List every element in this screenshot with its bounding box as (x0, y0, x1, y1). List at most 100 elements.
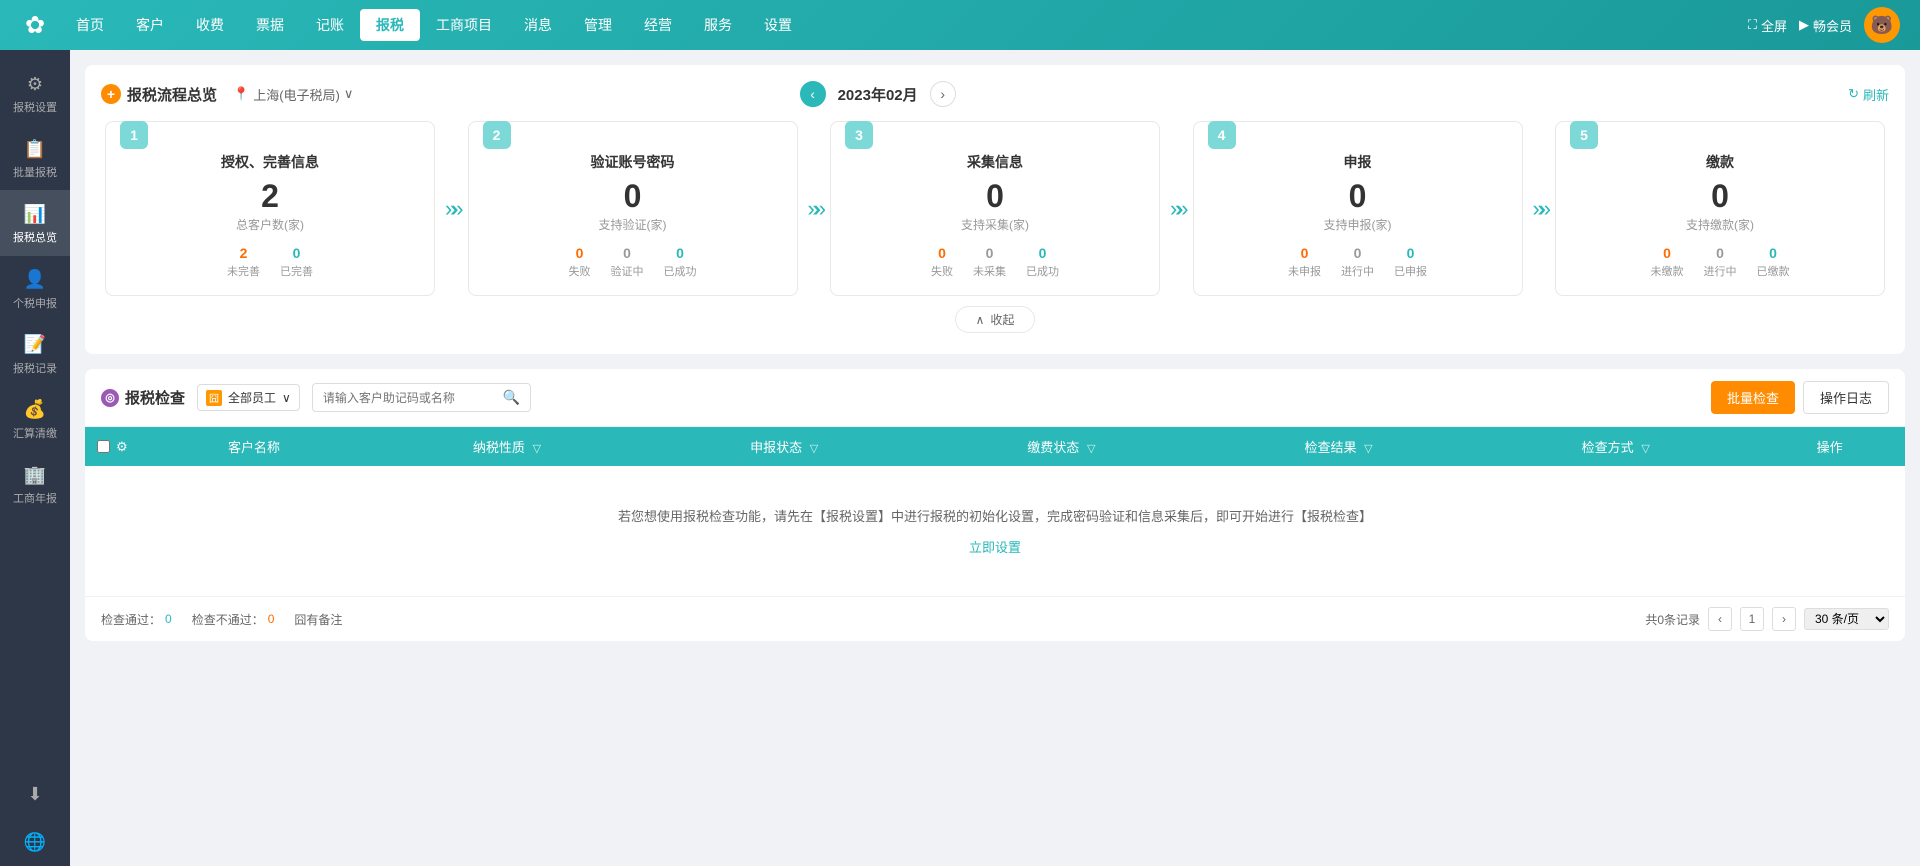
pass-value[interactable]: 0 (165, 612, 172, 626)
batch-check-button[interactable]: 批量检查 (1711, 381, 1795, 414)
nav-service[interactable]: 服务 (688, 9, 748, 41)
dropdown-icon: ∨ (282, 391, 291, 405)
step-3-stats: 0 失败 0 未采集 0 已成功 (847, 245, 1143, 279)
sidebar-label-annual-report: 工商年报 (13, 493, 57, 506)
sidebar-label-clearance: 汇算清缴 (13, 428, 57, 441)
nav-fees[interactable]: 收费 (180, 9, 240, 41)
step-5-stat-2: 0 已缴款 (1757, 245, 1790, 279)
check-fail-stat: 检查不通过： 0 (192, 611, 275, 628)
nav-settings[interactable]: 设置 (748, 9, 808, 41)
check-circle-icon: ◎ (101, 389, 119, 407)
prev-month-button[interactable]: ‹ (800, 81, 826, 107)
step-5-stat-0: 0 未缴款 (1651, 245, 1684, 279)
table-th-pay-status: 缴费状态 ▽ (923, 427, 1200, 466)
step-5-count: 0 (1572, 180, 1868, 212)
step-3-num: 3 (845, 121, 873, 149)
step-5-title: 缴款 (1572, 152, 1868, 172)
step-4-title: 申报 (1210, 152, 1506, 172)
next-page-button[interactable]: › (1772, 607, 1796, 631)
table-empty-message: 若您想使用报税检查功能，请先在【报税设置】中进行报税的初始化设置，完成密码验证和… (85, 466, 1905, 596)
avatar[interactable]: 🐻 (1864, 7, 1900, 43)
table-th-check-result: 检查结果 ▽ (1200, 427, 1477, 466)
table-body: 若您想使用报税检查功能，请先在【报税设置】中进行报税的初始化设置，完成密码验证和… (85, 466, 1905, 596)
setup-link[interactable]: 立即设置 (125, 537, 1865, 556)
step-5-num: 5 (1570, 121, 1598, 149)
check-header: ◎ 报税检查 囧 全部员工 ∨ 🔍 批量检查 操作日志 (85, 369, 1905, 427)
arrow-1: »» (439, 196, 463, 222)
tax-bureau[interactable]: 📍 上海(电子税局) ∨ (233, 85, 353, 104)
step-4-stat-0: 0 未申报 (1288, 245, 1321, 279)
per-page-select[interactable]: 30 条/页50 条/页100 条/页 (1804, 608, 1889, 630)
sidebar-item-tax-records[interactable]: 📝 报税记录 (0, 321, 70, 386)
step-2-title: 验证账号密码 (485, 152, 781, 172)
nav-operations[interactable]: 经营 (628, 9, 688, 41)
nav-messages[interactable]: 消息 (508, 9, 568, 41)
search-input[interactable] (313, 386, 493, 410)
sidebar-item-personal-tax[interactable]: 👤 个税申报 (0, 256, 70, 321)
sidebar-item-download[interactable]: ⬇ (0, 770, 70, 818)
table-th-declare-status: 申报状态 ▽ (646, 427, 923, 466)
nav-tax[interactable]: 报税 (360, 9, 420, 41)
location-icon: 📍 (233, 86, 249, 102)
annual-report-icon: 🏢 (21, 461, 49, 489)
main-content: + 报税流程总览 📍 上海(电子税局) ∨ ‹ 2023年02月 › ↻ 刷新 (70, 50, 1920, 866)
refresh-button[interactable]: ↻ 刷新 (1848, 85, 1889, 104)
sidebar-label-tax-records: 报税记录 (13, 363, 57, 376)
step-2-num: 2 (483, 121, 511, 149)
filter-icon-5[interactable]: ▽ (1641, 443, 1649, 455)
select-all-checkbox[interactable] (97, 440, 110, 453)
sidebar-label-tax-overview: 报税总览 (13, 232, 57, 245)
sidebar-item-annual-report[interactable]: 🏢 工商年报 (0, 451, 70, 516)
nav-items: 首页 客户 收费 票据 记账 报税 工商项目 消息 管理 经营 服务 设置 (60, 9, 1748, 41)
sidebar-item-tax-settings[interactable]: ⚙ 报税设置 (0, 60, 70, 125)
sidebar-item-clearance[interactable]: 💰 汇算清缴 (0, 386, 70, 451)
collapse-icon: ∧ (976, 313, 985, 327)
vip-button[interactable]: ▶ 畅会员 (1799, 16, 1852, 35)
prev-page-button[interactable]: ‹ (1708, 607, 1732, 631)
sidebar-label-personal-tax: 个税申报 (13, 298, 57, 311)
globe-icon: 🌐 (21, 828, 49, 856)
nav-business[interactable]: 工商项目 (420, 9, 508, 41)
nav-customer[interactable]: 客户 (120, 9, 180, 41)
next-month-button[interactable]: › (930, 81, 956, 107)
filter-icon-1[interactable]: ▽ (533, 443, 541, 455)
sidebar: ⚙ 报税设置 📋 批量报税 📊 报税总览 👤 个税申报 📝 报税记录 💰 汇算清… (0, 50, 70, 866)
nav-management[interactable]: 管理 (568, 9, 628, 41)
table-header: ⚙ 客户名称 纳税性质 ▽ 申报状态 ▽ (85, 427, 1905, 466)
search-button[interactable]: 🔍 (493, 384, 530, 411)
filter-icon-3[interactable]: ▽ (1087, 443, 1095, 455)
nav-accounting[interactable]: 记账 (300, 9, 360, 41)
sidebar-label-batch-tax: 批量报税 (13, 167, 57, 180)
tax-check-table: ⚙ 客户名称 纳税性质 ▽ 申报状态 ▽ (85, 427, 1905, 596)
fullscreen-button[interactable]: ⛶ 全屏 (1748, 16, 1787, 35)
sidebar-item-batch-tax[interactable]: 📋 批量报税 (0, 125, 70, 190)
step-2-sub: 支持验证(家) (485, 216, 781, 233)
step-5-stats: 0 未缴款 0 进行中 0 已缴款 (1572, 245, 1868, 279)
search-box: 🔍 (312, 383, 531, 412)
filter-icon-2[interactable]: ▽ (810, 443, 818, 455)
sidebar-item-globe[interactable]: 🌐 (0, 818, 70, 866)
table-wrapper: ⚙ 客户名称 纳税性质 ▽ 申报状态 ▽ (85, 427, 1905, 596)
filter-icon-4[interactable]: ▽ (1364, 443, 1372, 455)
arrow-4: »» (1527, 196, 1551, 222)
sidebar-label-tax-settings: 报税设置 (13, 102, 57, 115)
nav-bills[interactable]: 票据 (240, 9, 300, 41)
step-4-stat-1: 0 进行中 (1341, 245, 1374, 279)
refresh-icon: ↻ (1848, 86, 1859, 102)
operation-log-button[interactable]: 操作日志 (1803, 381, 1889, 414)
step-declare: 4 申报 0 支持申报(家) 0 未申报 0 进行中 0 已申报 (1193, 121, 1523, 296)
table-footer: 检查通过： 0 检查不通过： 0 囧有备注 共0条记录 ‹ 1 › 30 条/页… (85, 596, 1905, 641)
fail-value[interactable]: 0 (268, 612, 275, 626)
collapse-button[interactable]: ∧ 收起 (955, 306, 1036, 333)
gear-icon[interactable]: ⚙ (116, 439, 128, 455)
step-5-sub: 支持缴款(家) (1572, 216, 1868, 233)
nav-home[interactable]: 首页 (60, 9, 120, 41)
step-authorize: 1 授权、完善信息 2 总客户数(家) 2 未完善 0 已完善 (105, 121, 435, 296)
top-right-items: ⛶ 全屏 ▶ 畅会员 🐻 (1748, 7, 1900, 43)
clearance-icon: 💰 (21, 396, 49, 424)
step-1-title: 授权、完善信息 (122, 152, 418, 172)
sidebar-item-tax-overview[interactable]: 📊 报税总览 (0, 190, 70, 255)
check-pass-stat: 检查通过： 0 (101, 611, 172, 628)
employee-dropdown[interactable]: 囧 全部员工 ∨ (197, 384, 300, 411)
page-number: 1 (1740, 607, 1764, 631)
